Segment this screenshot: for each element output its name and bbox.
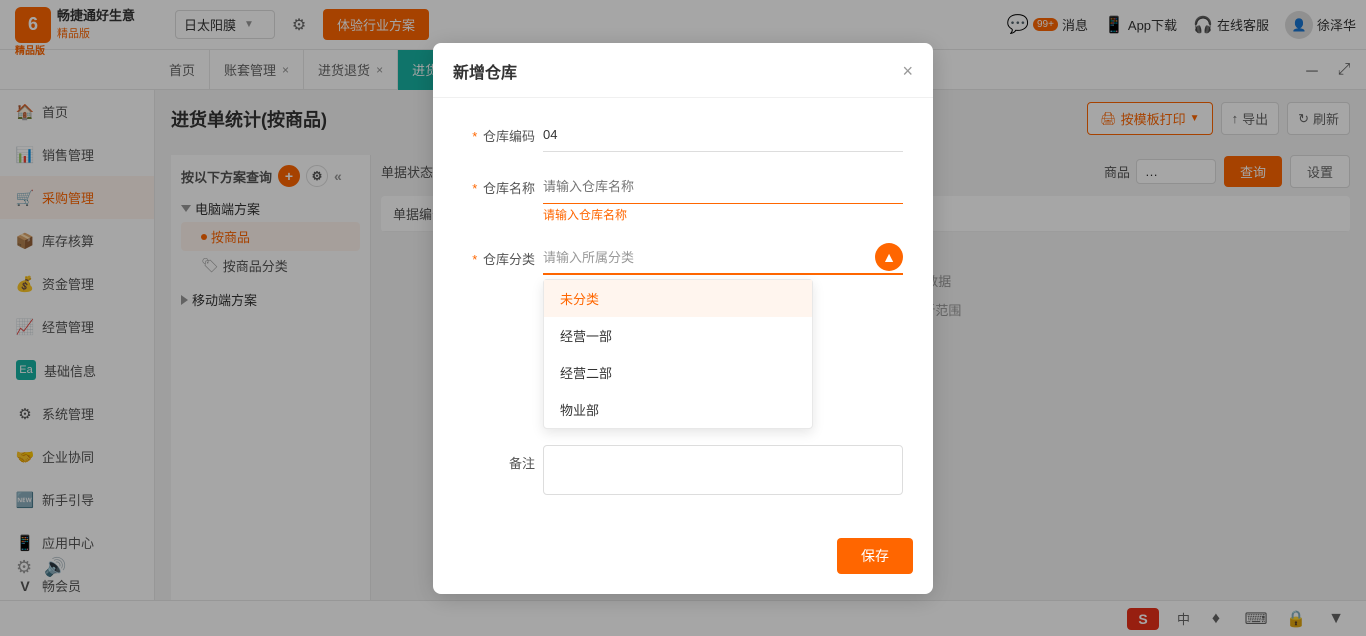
form-row-warehouse-code: * 仓库编码 [463,118,903,152]
modal-body: * 仓库编码 * 仓库名称 请输入仓库名称 [433,98,933,528]
dropdown-item-property[interactable]: 物业部 [544,391,812,428]
chevron-up-icon[interactable]: ▲ [875,243,903,271]
warehouse-code-input[interactable] [543,118,903,152]
form-row-warehouse-category: * 仓库分类 请输入所属分类 ▲ 未分类 经营一部 [463,241,903,275]
category-placeholder: 请输入所属分类 [543,247,634,266]
modal-header: 新增仓库 × [433,43,933,98]
warehouse-name-label: * 仓库名称 [463,170,543,197]
note-label: 备注 [463,445,543,472]
required-star-2-icon: * [472,181,477,196]
warehouse-name-field: 请输入仓库名称 [543,170,903,223]
warehouse-code-field [543,118,903,152]
required-star-icon: * [472,129,477,144]
warehouse-category-selector[interactable]: 请输入所属分类 [543,241,903,275]
modal-overlay[interactable]: 新增仓库 × * 仓库编码 * 仓库名称 [0,0,1366,636]
note-input[interactable] [543,445,903,495]
warehouse-name-error: 请输入仓库名称 [543,206,903,223]
dropdown-item-uncategorized[interactable]: 未分类 [544,280,812,317]
dropdown-item-ops1[interactable]: 经营一部 [544,317,812,354]
required-star-3-icon: * [472,252,477,267]
modal-footer: 保存 [433,528,933,594]
note-field [543,445,903,500]
modal-add-warehouse: 新增仓库 × * 仓库编码 * 仓库名称 [433,43,933,594]
category-dropdown: 未分类 经营一部 经营二部 物业部 [543,279,813,429]
modal-close-icon[interactable]: × [902,62,913,80]
form-row-warehouse-name: * 仓库名称 请输入仓库名称 [463,170,903,223]
warehouse-name-input[interactable] [543,170,903,204]
save-button[interactable]: 保存 [837,538,913,574]
warehouse-code-label: * 仓库编码 [463,118,543,145]
form-row-note: 备注 [463,445,903,500]
dropdown-item-ops2[interactable]: 经营二部 [544,354,812,391]
warehouse-category-label: * 仓库分类 [463,241,543,268]
modal-title: 新增仓库 [453,59,517,83]
warehouse-category-field: 请输入所属分类 ▲ 未分类 经营一部 经营二部 [543,241,903,275]
